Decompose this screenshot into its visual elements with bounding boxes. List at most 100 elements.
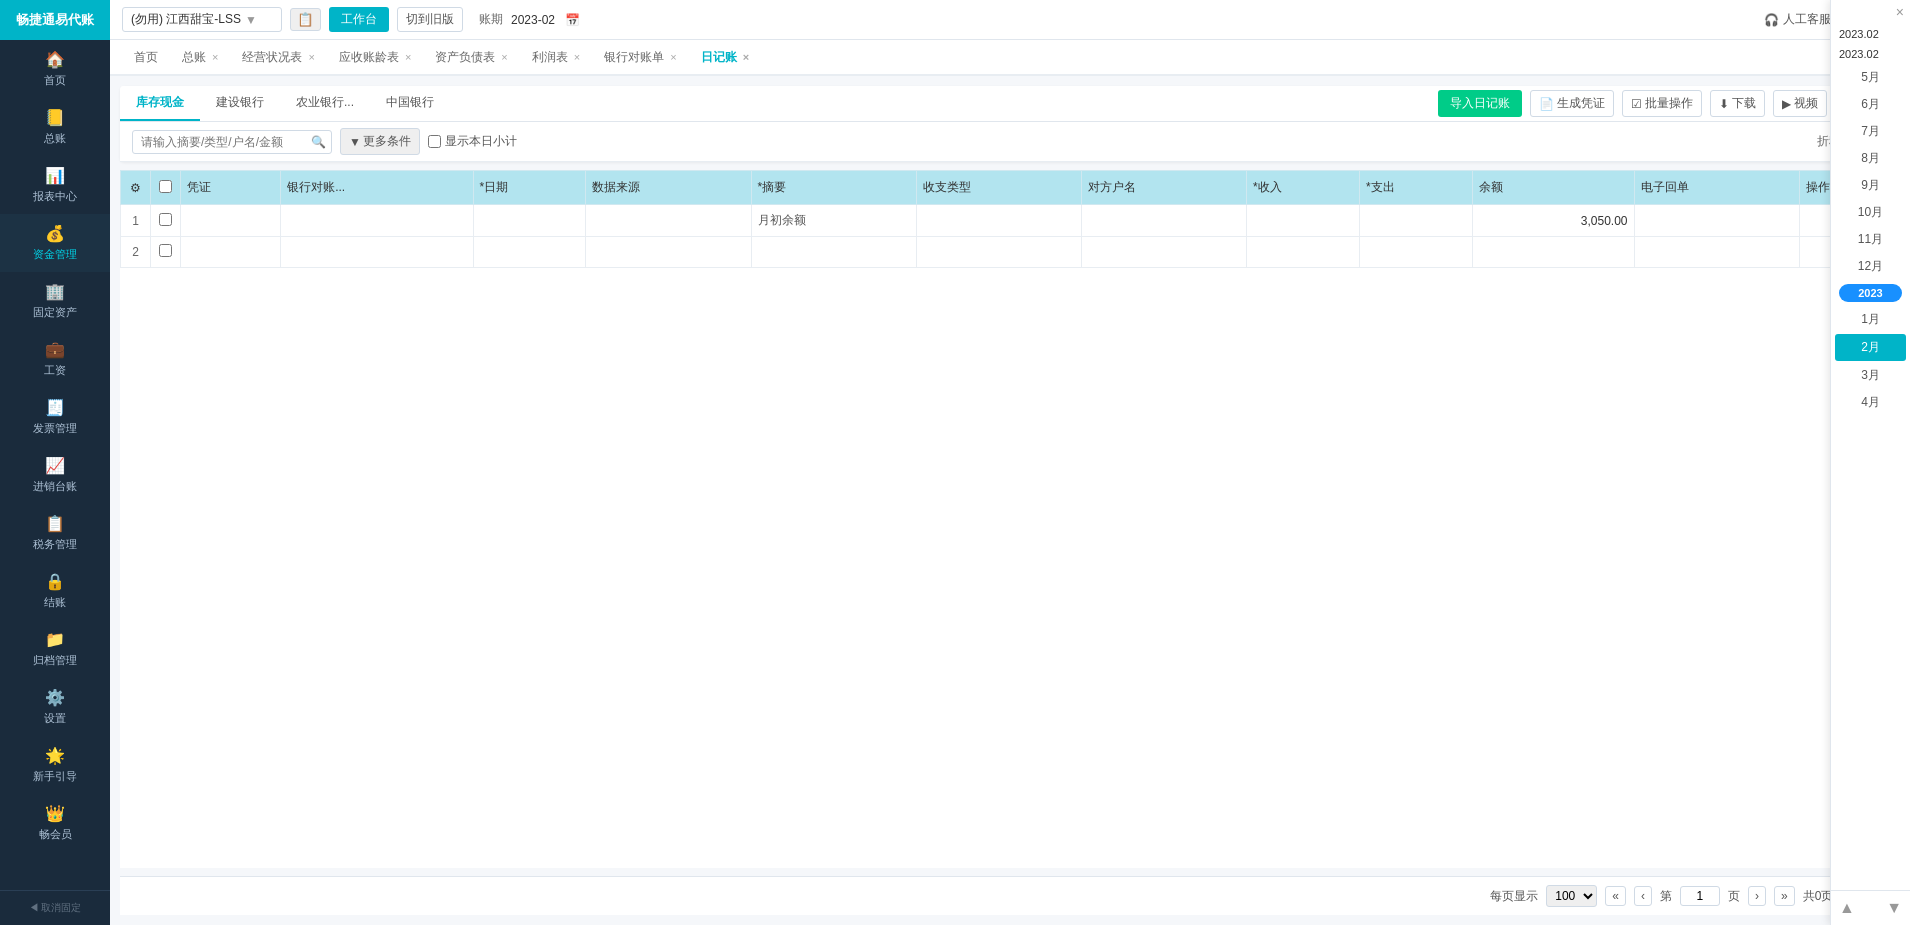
date-panel-down-icon[interactable]: ▼ [1886,899,1902,917]
sidebar-item-label: 首页 [44,73,66,88]
first-page-button[interactable]: « [1605,886,1626,906]
tab-bank-label: 银行对账单 [604,49,664,66]
video-button[interactable]: ▶ 视频 [1773,90,1827,117]
sidebar-item-sales[interactable]: 📈 进销台账 [0,446,110,504]
tab-receivable[interactable]: 应收账龄表 × [327,40,423,76]
show-daily-checkbox[interactable] [428,135,441,148]
sidebar-item-member[interactable]: 👑 畅会员 [0,794,110,852]
sidebar-item-label: 设置 [44,711,66,726]
search-input[interactable] [132,130,332,154]
sidebar-item-close[interactable]: 🔒 结账 [0,562,110,620]
company-name: (勿用) 江西甜宝-LSS [131,11,241,28]
sub-tab-cash[interactable]: 库存现金 [120,86,200,121]
workspace-button[interactable]: 工作台 [329,7,389,32]
month-1[interactable]: 1月 [1831,306,1910,333]
tab-bank-close[interactable]: × [670,51,676,63]
sidebar-item-tax[interactable]: 📋 税务管理 [0,504,110,562]
sidebar-item-invoice[interactable]: 🧾 发票管理 [0,388,110,446]
more-filter-button[interactable]: ▼ 更多条件 [340,128,420,155]
tab-assets-close[interactable]: × [501,51,507,63]
sidebar-item-ledger[interactable]: 📒 总账 [0,98,110,156]
tab-profit-close[interactable]: × [574,51,580,63]
month-3[interactable]: 3月 [1831,362,1910,389]
journal-table-container: ⚙ 凭证 银行对账... *日期 数据来源 *摘要 收支类型 对方户名 *收入 … [120,170,1900,868]
col-checkbox[interactable] [151,171,181,205]
import-journal-button[interactable]: 导入日记账 [1438,90,1522,117]
capital-icon: 💰 [45,224,65,243]
tab-ledger-close[interactable]: × [212,51,218,63]
page-number-input[interactable]: 1 [1680,886,1720,906]
copy-button[interactable]: 📋 [290,8,321,31]
tab-journal[interactable]: 日记账 × [689,40,761,76]
show-daily-label[interactable]: 显示本日小计 [428,133,517,150]
date-panel-up-icon[interactable]: ▲ [1839,899,1855,917]
batch-op-label: 批量操作 [1645,95,1693,112]
tab-home[interactable]: 首页 [122,40,170,76]
tab-profit[interactable]: 利润表 × [520,40,592,76]
col-e-receipt: 电子回单 [1634,171,1799,205]
tab-business-close[interactable]: × [308,51,314,63]
month-5[interactable]: 5月 [1831,64,1910,91]
row-checkbox-1[interactable] [151,205,181,237]
month-9[interactable]: 9月 [1831,172,1910,199]
generate-voucher-button[interactable]: 📄 生成凭证 [1530,90,1614,117]
sidebar-item-reports[interactable]: 📊 报表中心 [0,156,110,214]
cell-date-1 [473,205,586,237]
month-4[interactable]: 4月 [1831,389,1910,416]
last-page-button[interactable]: » [1774,886,1795,906]
batch-op-button[interactable]: ☑ 批量操作 [1622,90,1702,117]
period-edit-icon[interactable]: 📅 [565,13,580,27]
col-settings[interactable]: ⚙ [121,171,151,205]
tab-journal-close[interactable]: × [743,51,749,63]
sub-tab-abc[interactable]: 农业银行... [280,86,370,121]
search-icon[interactable]: 🔍 [311,135,326,149]
cell-pay-type-1 [916,205,1081,237]
tab-ledger[interactable]: 总账 × [170,40,230,76]
sidebar-item-fixed[interactable]: 🏢 固定资产 [0,272,110,330]
prev-page-button[interactable]: ‹ [1634,886,1652,906]
sidebar-unpin[interactable]: ◀ 取消固定 [0,890,110,925]
human-service-btn[interactable]: 🎧 人工客服 [1764,11,1831,28]
col-date: *日期 [473,171,586,205]
switch-old-button[interactable]: 切到旧版 [397,7,463,32]
page-label-after: 页 [1728,888,1740,905]
date-panel-scroll[interactable]: 5月 6月 7月 8月 9月 10月 11月 12月 2023 1月 2月 3月… [1831,64,1910,890]
next-page-button[interactable]: › [1748,886,1766,906]
sidebar-item-guide[interactable]: 🌟 新手引导 [0,736,110,794]
select-all-checkbox[interactable] [159,180,172,193]
sidebar-item-salary[interactable]: 💼 工资 [0,330,110,388]
human-service-label: 人工客服 [1783,11,1831,28]
month-2-active[interactable]: 2月 [1835,334,1906,361]
home-icon: 🏠 [45,50,65,69]
month-11[interactable]: 11月 [1831,226,1910,253]
table-row: 2 [121,237,1900,268]
invoice-icon: 🧾 [45,398,65,417]
month-6[interactable]: 6月 [1831,91,1910,118]
sidebar-item-home[interactable]: 🏠 首页 [0,40,110,98]
voucher-icon: 📄 [1539,97,1554,111]
month-12[interactable]: 12月 [1831,253,1910,280]
sidebar-item-label: 发票管理 [33,421,77,436]
tab-ledger-label: 总账 [182,49,206,66]
sidebar-item-settings[interactable]: ⚙️ 设置 [0,678,110,736]
date-panel-close-button[interactable]: × [1831,0,1910,24]
sidebar-item-label: 报表中心 [33,189,77,204]
row-checkbox-2[interactable] [151,237,181,268]
tab-business[interactable]: 经营状况表 × [230,40,326,76]
tab-assets[interactable]: 资产负债表 × [423,40,519,76]
sidebar-item-capital[interactable]: 💰 资金管理 [0,214,110,272]
tab-receivable-close[interactable]: × [405,51,411,63]
sidebar-item-archive[interactable]: 📁 归档管理 [0,620,110,678]
tab-bank[interactable]: 银行对账单 × [592,40,688,76]
sub-tab-boc[interactable]: 中国银行 [370,86,450,121]
month-7[interactable]: 7月 [1831,118,1910,145]
top-bar: (勿用) 江西甜宝-LSS ▼ 📋 工作台 切到旧版 账期 2023-02 📅 … [110,0,1910,40]
month-10[interactable]: 10月 [1831,199,1910,226]
sub-tab-ccb[interactable]: 建设银行 [200,86,280,121]
month-8[interactable]: 8月 [1831,145,1910,172]
per-page-select[interactable]: 100 50 200 [1546,885,1597,907]
company-selector[interactable]: (勿用) 江西甜宝-LSS ▼ [122,7,282,32]
date-display-1: 2023.02 [1831,24,1910,44]
col-voucher: 凭证 [181,171,281,205]
download-button[interactable]: ⬇ 下载 [1710,90,1765,117]
